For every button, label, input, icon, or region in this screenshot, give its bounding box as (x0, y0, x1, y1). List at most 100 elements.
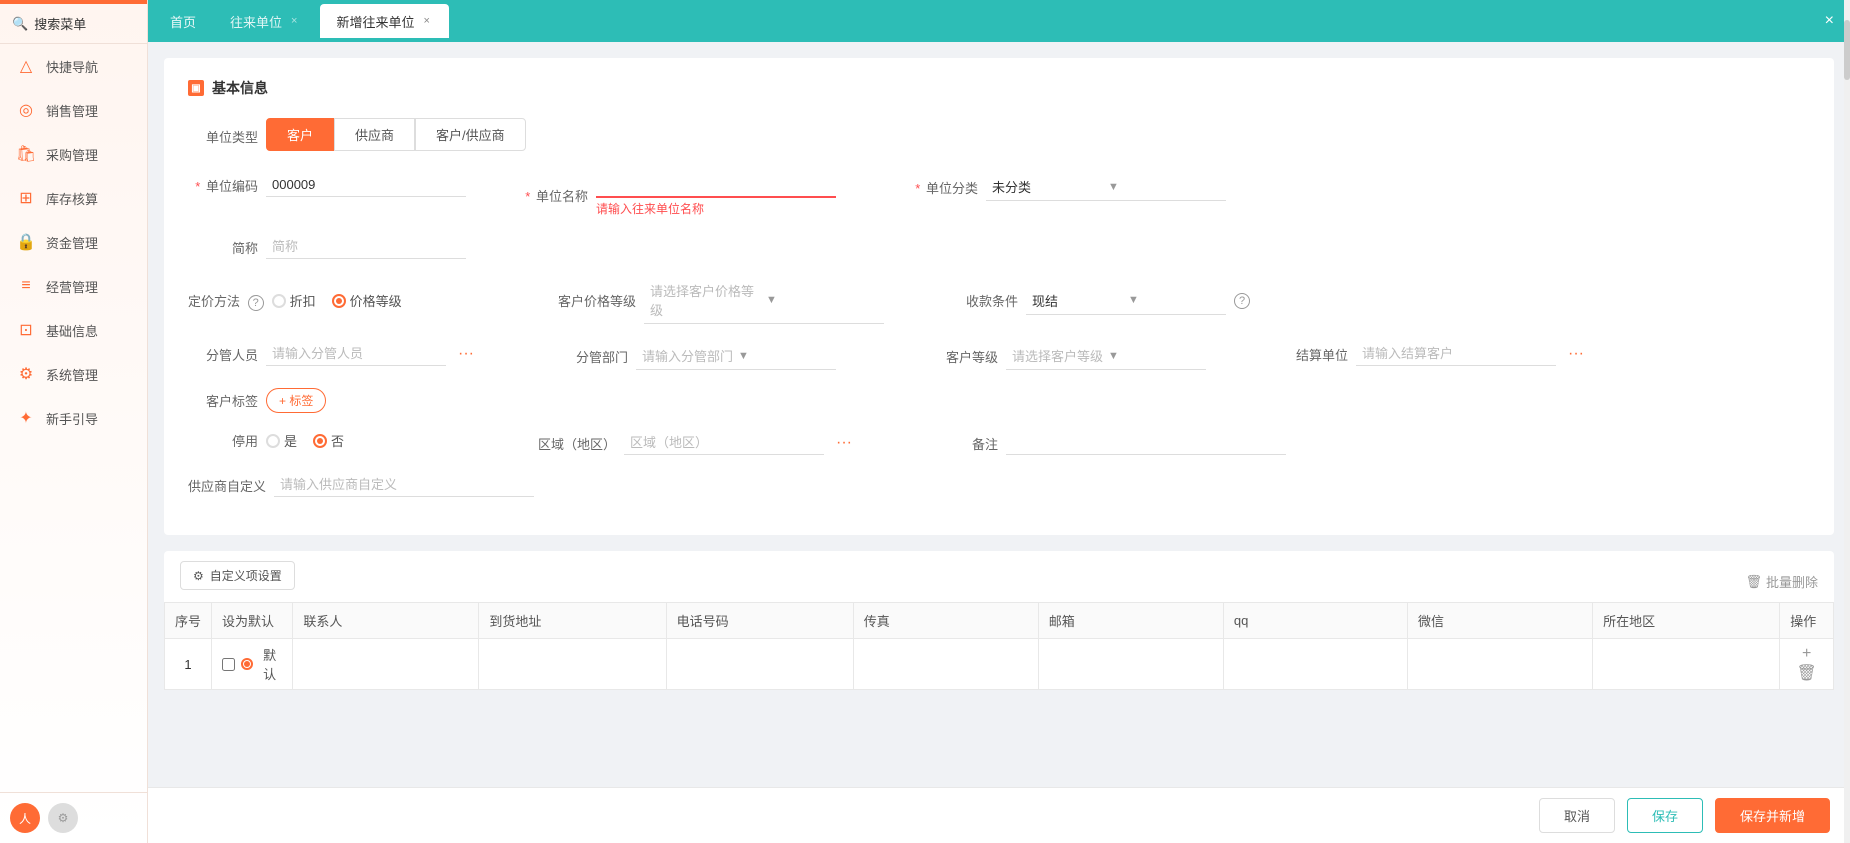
settlement-field: 结算单位 ··· (1278, 342, 1618, 366)
customer-tag-field: 客户标签 + 标签 (188, 388, 1810, 413)
region-input[interactable] (624, 431, 824, 455)
disabled-no-radio[interactable] (313, 434, 327, 448)
sidebar-item-purchase[interactable]: 🛍 采购管理 (0, 132, 147, 176)
row-fax (853, 639, 1038, 690)
settlement-input[interactable] (1356, 342, 1556, 366)
sidebar-item-label: 销售管理 (46, 101, 98, 120)
save-new-button[interactable]: 保存并新增 (1715, 798, 1830, 833)
row-address-input[interactable] (489, 657, 655, 672)
row-contact-input[interactable] (303, 657, 468, 672)
sidebar-item-system[interactable]: ⚙ 系统管理 (0, 352, 147, 396)
tab-new-contact[interactable]: 新增往来单位 × (320, 4, 448, 38)
abbr-input[interactable] (266, 235, 466, 259)
row-phone-input[interactable] (677, 657, 843, 672)
col-contact: 联系人 (293, 603, 479, 639)
settlement-label: 结算单位 (1278, 345, 1348, 364)
unit-category-value: 未分类 (992, 177, 1104, 196)
basic-icon: ⊡ (16, 320, 36, 340)
dept-dropdown[interactable]: 请输入分管部门 ▼ (636, 342, 836, 370)
tab-home[interactable]: 首页 (156, 4, 210, 38)
close-all-tabs[interactable]: × (1817, 8, 1842, 34)
disabled-yes-radio[interactable] (266, 434, 280, 448)
contacts-table: 序号 设为默认 联系人 到货地址 电话号码 传真 邮箱 qq 微信 所在地区 操… (164, 602, 1834, 690)
tab-new-contact-close[interactable]: × (420, 13, 432, 29)
tab-contacts[interactable]: 往来单位 × (214, 4, 316, 38)
row-qq-input[interactable] (1234, 657, 1397, 672)
abbr-row: 简称 (188, 235, 1810, 259)
sidebar-item-label: 经营管理 (46, 277, 98, 296)
sidebar-search[interactable]: 🔍 搜索菜单 (0, 4, 147, 44)
sidebar-item-inventory[interactable]: ⊞ 库存核算 (0, 176, 147, 220)
unit-type-supplier[interactable]: 供应商 (334, 118, 415, 151)
user-avatar[interactable]: 人 (10, 803, 40, 833)
sidebar-item-basic[interactable]: ⊡ 基础信息 (0, 308, 147, 352)
save-button[interactable]: 保存 (1627, 798, 1703, 833)
custom-settings-button[interactable]: ⚙ 自定义项设置 (180, 561, 295, 590)
add-tag-button[interactable]: + 标签 (266, 388, 326, 413)
dept-label: 分管部门 (558, 347, 628, 366)
sidebar-item-label: 系统管理 (46, 365, 98, 384)
pricing-discount-radio[interactable] (272, 294, 286, 308)
tab-contacts-close[interactable]: × (288, 13, 300, 29)
disabled-yes-option[interactable]: 是 (266, 431, 297, 450)
unit-code-field: * 单位编码 (188, 173, 488, 197)
pricing-level-option[interactable]: 价格等级 (332, 291, 402, 310)
pricing-level-radio[interactable] (332, 294, 346, 308)
row-add-button[interactable]: + (1802, 645, 1811, 663)
unit-type-customer[interactable]: 客户 (266, 118, 334, 151)
remarks-input[interactable] (1006, 431, 1286, 455)
cancel-button[interactable]: 取消 (1539, 798, 1615, 833)
manager-input[interactable] (266, 342, 446, 366)
inventory-icon: ⊞ (16, 188, 36, 208)
unit-name-input[interactable] (596, 173, 836, 198)
region-label: 区域（地区） (538, 434, 616, 453)
sidebar-item-sales[interactable]: ◎ 销售管理 (0, 88, 147, 132)
pricing-discount-option[interactable]: 折扣 (272, 291, 316, 310)
main-area: 首页 往来单位 × 新增往来单位 × × ▣ 基本信息 单位类型 (148, 0, 1850, 843)
purchase-icon: 🛍 (16, 144, 36, 164)
row-email-input[interactable] (1049, 657, 1213, 672)
sidebar-item-quick-nav[interactable]: △ 快捷导航 (0, 44, 147, 88)
unit-category-dropdown[interactable]: 未分类 ▼ (986, 173, 1226, 201)
scrollbar-handle[interactable] (1844, 42, 1850, 80)
supplier-custom-input[interactable] (274, 473, 534, 497)
pricing-row: 定价方法 ? 折扣 价格等级 (188, 277, 1810, 324)
region-more[interactable]: ··· (832, 434, 856, 452)
settings-bottom-icon[interactable]: ⚙ (48, 803, 78, 833)
settlement-more[interactable]: ··· (1564, 345, 1588, 363)
sidebar-item-guide[interactable]: ✦ 新手引导 (0, 396, 147, 440)
sidebar-item-finance[interactable]: 🔒 资金管理 (0, 220, 147, 264)
scrollbar[interactable] (1844, 42, 1850, 787)
unit-name-wrapper: 请输入往来单位名称 (596, 173, 878, 217)
disabled-no-option[interactable]: 否 (313, 431, 344, 450)
row-default-radio[interactable] (241, 658, 253, 670)
customer-level-label: 客户等级 (928, 347, 998, 366)
row-wechat-input[interactable] (1418, 657, 1582, 672)
customer-tag-label: 客户标签 (188, 391, 258, 410)
pricing-help-icon[interactable]: ? (248, 295, 264, 311)
manager-field: 分管人员 ··· (188, 342, 528, 366)
batch-delete-button[interactable]: 🗑 批量删除 (1745, 572, 1818, 591)
unit-code-input[interactable] (266, 173, 466, 197)
row-default-checkbox[interactable] (222, 658, 235, 671)
disabled-field: 停用 是 否 (188, 431, 508, 450)
sidebar-item-operations[interactable]: ≡ 经营管理 (0, 264, 147, 308)
payment-terms-help[interactable]: ? (1234, 293, 1250, 309)
abbr-field: 简称 (188, 235, 488, 259)
col-address: 到货地址 (479, 603, 666, 639)
row-default-radio-label[interactable]: 默认 (241, 645, 282, 683)
manager-more[interactable]: ··· (454, 345, 478, 363)
unit-type-both[interactable]: 客户/供应商 (415, 118, 526, 151)
customer-level-dropdown[interactable]: 请选择客户等级 ▼ (1006, 342, 1206, 370)
abbr-label: 简称 (188, 238, 258, 257)
row-delete-button[interactable]: 🗑 (1796, 663, 1816, 683)
row-fax-input[interactable] (864, 657, 1028, 672)
row-region-input[interactable] (1603, 657, 1769, 672)
customer-price-level-dropdown[interactable]: 请选择客户价格等级 ▼ (644, 277, 884, 324)
unit-type-field: 单位类型 客户 供应商 客户/供应商 (188, 118, 1810, 155)
batch-delete-label: 批量删除 (1766, 572, 1818, 591)
dept-field: 分管部门 请输入分管部门 ▼ (558, 342, 898, 370)
unit-name-required: * (525, 189, 530, 204)
operations-icon: ≡ (16, 276, 36, 296)
payment-terms-dropdown[interactable]: 现结 ▼ (1026, 287, 1226, 315)
